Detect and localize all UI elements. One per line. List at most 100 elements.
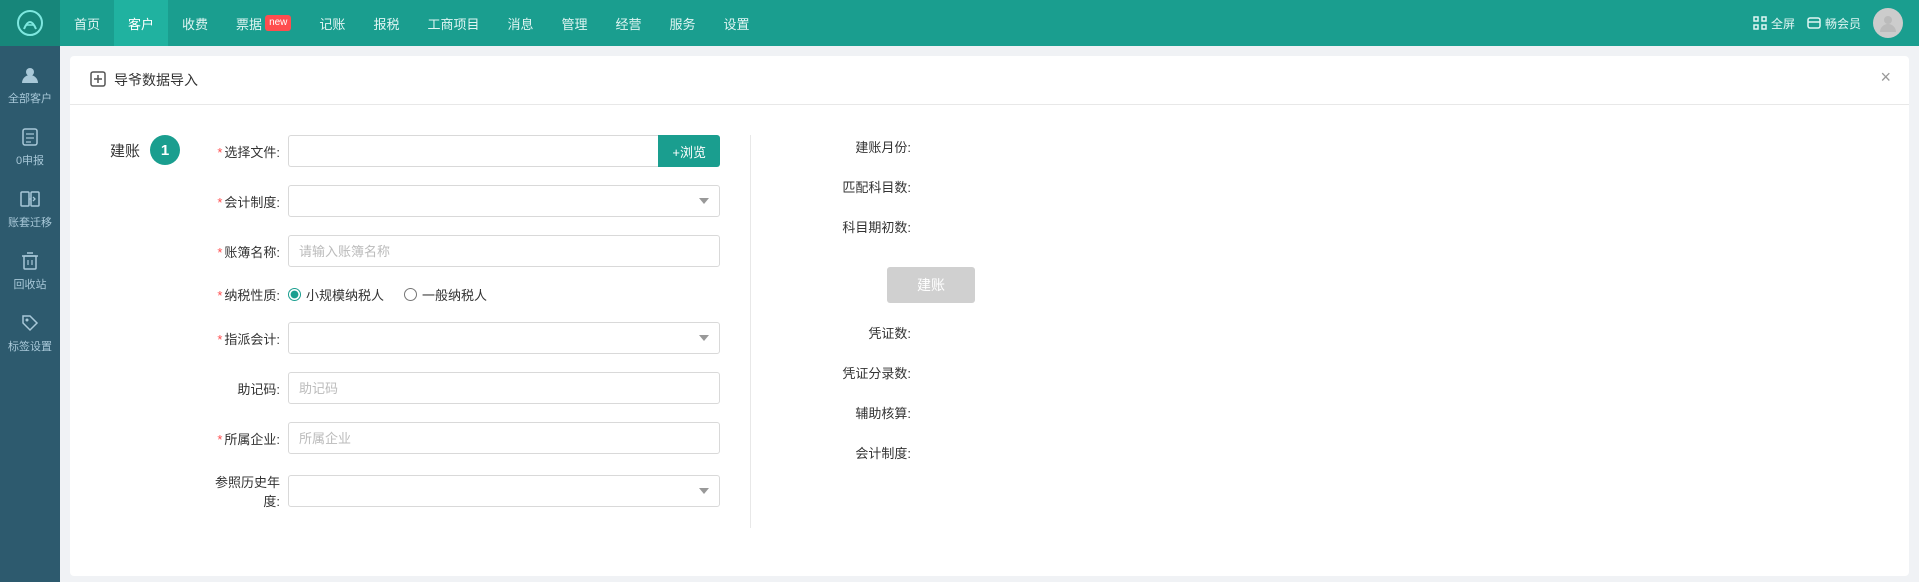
- nav-billing[interactable]: 收费: [168, 0, 222, 46]
- file-label: *选择文件:: [200, 142, 280, 161]
- browse-button[interactable]: +浏览: [658, 135, 720, 167]
- file-input-wrap: +浏览: [288, 135, 720, 167]
- period-initial-value: [921, 215, 1041, 237]
- sidebar-label-recycle: 回收站: [14, 276, 47, 292]
- modal-header: 导爷数据导入: [70, 56, 1909, 105]
- main-layout: 全部客户 0申报 账套迁移 回收站 标签设置: [0, 46, 1919, 582]
- nav-items: 首页 客户 收费 票据 new 记账 报税 工商项目 消息 管理 经营 服务 设…: [60, 0, 1753, 46]
- nav-operation[interactable]: 经营: [602, 0, 656, 46]
- tax-type-label: *纳税性质:: [200, 285, 280, 304]
- history-year-select[interactable]: [288, 475, 720, 507]
- nav-invoice[interactable]: 票据 new: [222, 0, 305, 46]
- modal-body: 建账 1 *选择文件: +浏览: [70, 105, 1909, 558]
- period-initial-label: 科目期初数:: [821, 217, 911, 236]
- nav-bookkeeping[interactable]: 记账: [305, 0, 359, 46]
- step-section: 建账 1: [110, 135, 180, 528]
- new-badge: new: [265, 15, 291, 31]
- sidebar-item-migrate[interactable]: 账套迁移: [0, 180, 60, 238]
- nav-right-area: 全屏 畅会员: [1753, 8, 1919, 38]
- voucher-count-value: [921, 321, 1041, 343]
- radio-small-taxpayer[interactable]: 小规模纳税人: [288, 285, 384, 304]
- tag-icon: [19, 312, 41, 334]
- nav-home[interactable]: 首页: [60, 0, 114, 46]
- match-subjects-value: [921, 175, 1041, 197]
- modal-title: 导爷数据导入: [114, 70, 198, 90]
- info-section: 建账月份: 匹配科目数: 科目期初数: 建账: [821, 135, 1041, 528]
- report-icon: [19, 126, 41, 148]
- sidebar-item-tag-settings[interactable]: 标签设置: [0, 304, 60, 362]
- sidebar-label-tag-settings: 标签设置: [8, 338, 52, 354]
- step-label-text: 建账: [110, 140, 140, 161]
- assign-accountant-row: *指派会计:: [200, 322, 720, 354]
- nav-business[interactable]: 工商项目: [413, 0, 493, 46]
- history-year-row: 参照历史年度:: [200, 472, 720, 510]
- company-label: *所属企业:: [200, 429, 280, 448]
- account-name-input[interactable]: [288, 235, 720, 267]
- nav-message[interactable]: 消息: [493, 0, 547, 46]
- nav-tax[interactable]: 报税: [359, 0, 413, 46]
- nav-service[interactable]: 服务: [656, 0, 710, 46]
- match-subjects-row: 匹配科目数:: [821, 175, 1041, 197]
- close-button[interactable]: ×: [1880, 68, 1891, 86]
- member-label: 畅会员: [1825, 15, 1861, 32]
- sidebar-label-migrate: 账套迁移: [8, 214, 52, 230]
- avatar[interactable]: [1873, 8, 1903, 38]
- step-circle: 1: [150, 135, 180, 165]
- tax-type-row: *纳税性质: 小规模纳税人 一般纳税人: [200, 285, 720, 304]
- build-month-label: 建账月份:: [821, 137, 911, 156]
- nav-manage[interactable]: 管理: [547, 0, 601, 46]
- nav-customer[interactable]: 客户: [114, 0, 168, 46]
- memo-code-input[interactable]: [288, 372, 720, 404]
- accounting-system-label: *会计制度:: [200, 192, 280, 211]
- import-card: 导爷数据导入 × 建账 1 *选择文件:: [70, 56, 1909, 576]
- tax-type-radio-group: 小规模纳税人 一般纳税人: [288, 285, 487, 304]
- voucher-count-row: 凭证数:: [821, 321, 1041, 343]
- sidebar-item-recycle[interactable]: 回收站: [0, 242, 60, 300]
- info-accounting-system-value: [921, 441, 1041, 463]
- account-name-row: *账簿名称:: [200, 235, 720, 267]
- voucher-entries-value: [921, 361, 1041, 383]
- app-logo[interactable]: [0, 0, 60, 46]
- sidebar-item-zero-report[interactable]: 0申报: [0, 118, 60, 176]
- match-subjects-label: 匹配科目数:: [821, 177, 911, 196]
- build-btn-container: 建账: [821, 257, 1041, 303]
- section-divider: [750, 135, 751, 528]
- aux-accounting-row: 辅助核算:: [821, 401, 1041, 423]
- form-section: *选择文件: +浏览 *会计制度:: [200, 135, 720, 528]
- sidebar-label-zero-report: 0申报: [16, 152, 44, 168]
- sidebar: 全部客户 0申报 账套迁移 回收站 标签设置: [0, 46, 60, 582]
- content-area: 导爷数据导入 × 建账 1 *选择文件:: [60, 46, 1919, 582]
- memo-code-label: 助记码:: [200, 379, 280, 398]
- voucher-entries-label: 凭证分录数:: [821, 363, 911, 382]
- fullscreen-button[interactable]: 全屏: [1753, 15, 1795, 32]
- nav-settings[interactable]: 设置: [710, 0, 764, 46]
- aux-accounting-value: [921, 401, 1041, 423]
- company-input[interactable]: [288, 422, 720, 454]
- voucher-entries-row: 凭证分录数:: [821, 361, 1041, 383]
- migrate-icon: [19, 188, 41, 210]
- info-accounting-system-label: 会计制度:: [821, 443, 911, 462]
- step-label-row: 建账 1: [110, 135, 180, 165]
- assign-accountant-select[interactable]: [288, 322, 720, 354]
- sidebar-item-all-customers[interactable]: 全部客户: [0, 56, 60, 114]
- aux-accounting-label: 辅助核算:: [821, 403, 911, 422]
- company-row: *所属企业:: [200, 422, 720, 454]
- import-icon: [90, 71, 106, 90]
- member-button[interactable]: 畅会员: [1807, 15, 1861, 32]
- file-text-input[interactable]: [288, 135, 658, 167]
- accounting-system-select[interactable]: [288, 185, 720, 217]
- accounting-system-row: *会计制度:: [200, 185, 720, 217]
- person-icon: [19, 64, 41, 86]
- build-account-button[interactable]: 建账: [887, 267, 975, 303]
- file-row: *选择文件: +浏览: [200, 135, 720, 167]
- trash-icon: [19, 250, 41, 272]
- voucher-count-label: 凭证数:: [821, 323, 911, 342]
- radio-general-taxpayer[interactable]: 一般纳税人: [404, 285, 487, 304]
- top-navigation: 首页 客户 收费 票据 new 记账 报税 工商项目 消息 管理 经营 服务 设…: [0, 0, 1919, 46]
- fullscreen-label: 全屏: [1771, 15, 1795, 32]
- memo-code-row: 助记码:: [200, 372, 720, 404]
- info-accounting-system-row: 会计制度:: [821, 441, 1041, 463]
- account-name-label: *账簿名称:: [200, 242, 280, 261]
- history-year-label: 参照历史年度:: [200, 472, 280, 510]
- build-month-value: [921, 135, 1041, 157]
